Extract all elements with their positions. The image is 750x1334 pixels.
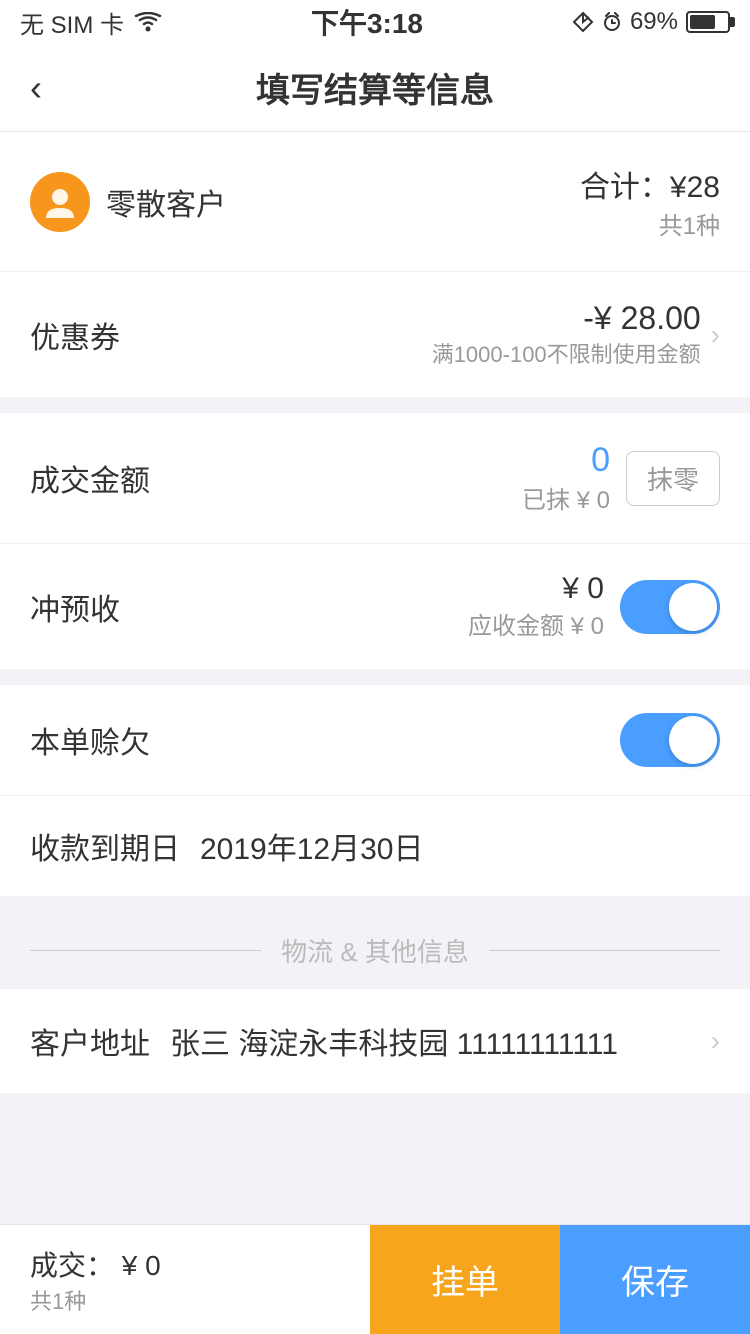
hang-order-button[interactable]: 挂单 bbox=[370, 1225, 560, 1334]
coupon-right: -¥ 28.00 满1000-100不限制使用金额 › bbox=[432, 300, 720, 369]
back-button[interactable]: ‹ bbox=[30, 67, 42, 109]
status-time: 下午3:18 bbox=[311, 2, 423, 42]
address-row[interactable]: 客户地址 张三 海淀永丰科技园 11111111111 › bbox=[0, 989, 750, 1093]
status-left: 无 SIM 卡 bbox=[20, 5, 162, 40]
deal-amount-right: 0 已抹 ¥ 0 抹零 bbox=[522, 441, 720, 515]
address-chevron-icon: › bbox=[711, 1025, 720, 1057]
page-title: 填写结算等信息 bbox=[256, 63, 494, 112]
credit-toggle[interactable] bbox=[620, 713, 720, 767]
pre-receive-right: ¥ 0 应收金额 ¥ 0 bbox=[468, 572, 720, 641]
coupon-label: 优惠券 bbox=[30, 313, 120, 357]
status-right: 69% bbox=[572, 8, 730, 36]
pre-receive-label: 冲预收 bbox=[30, 585, 120, 629]
bottom-bar: 成交： ¥ 0 共1种 挂单 保存 bbox=[0, 1224, 750, 1334]
toggle-knob bbox=[669, 583, 717, 631]
bottom-deal-label: 成交： bbox=[30, 1250, 114, 1281]
nav-bar: ‹ 填写结算等信息 bbox=[0, 44, 750, 132]
credit-label: 本单赊欠 bbox=[30, 718, 150, 762]
credit-toggle-knob bbox=[669, 716, 717, 764]
no-sim-text: 无 SIM 卡 bbox=[20, 5, 124, 40]
credit-right bbox=[620, 713, 720, 767]
pre-receive-subtext: 应收金额 ¥ 0 bbox=[468, 606, 604, 641]
pre-receive-toggle[interactable] bbox=[620, 580, 720, 634]
avatar bbox=[30, 172, 90, 232]
logistics-line-left bbox=[30, 950, 261, 951]
alarm-icon bbox=[602, 12, 622, 32]
deal-amount-value[interactable]: 0 bbox=[522, 441, 610, 480]
logistics-divider: 物流 & 其他信息 bbox=[30, 932, 720, 969]
address-label: 客户地址 bbox=[30, 1019, 150, 1063]
coupon-discount: -¥ 28.00 bbox=[432, 300, 701, 337]
due-date-value: 2019年12月30日 bbox=[200, 824, 423, 868]
customer-name: 零散客户 bbox=[106, 180, 226, 224]
save-button[interactable]: 保存 bbox=[560, 1225, 750, 1334]
due-date-row[interactable]: 收款到期日 2019年12月30日 bbox=[0, 795, 750, 896]
deal-amount-subtext: 已抹 ¥ 0 bbox=[522, 480, 610, 515]
credit-card: 本单赊欠 收款到期日 2019年12月30日 bbox=[0, 685, 750, 896]
coupon-desc: 满1000-100不限制使用金额 bbox=[432, 337, 701, 369]
amount-card: 成交金额 0 已抹 ¥ 0 抹零 冲预收 ¥ 0 应收金额 ¥ 0 bbox=[0, 413, 750, 669]
logistics-line-right bbox=[489, 950, 720, 951]
logistics-section: 物流 & 其他信息 bbox=[0, 912, 750, 989]
pre-receive-amount: ¥ 0 bbox=[468, 572, 604, 606]
total-count-text: 共1种 bbox=[580, 206, 720, 241]
coupon-chevron-icon: › bbox=[711, 319, 720, 351]
customer-total: 合计：¥28 共1种 bbox=[580, 162, 720, 241]
wifi-icon bbox=[134, 12, 162, 32]
location-icon bbox=[572, 11, 594, 33]
pre-receive-row: 冲预收 ¥ 0 应收金额 ¥ 0 bbox=[0, 543, 750, 669]
logistics-title: 物流 & 其他信息 bbox=[281, 932, 469, 969]
bottom-count: 共1种 bbox=[30, 1284, 340, 1316]
battery-icon bbox=[686, 11, 730, 33]
customer-row: 零散客户 合计：¥28 共1种 bbox=[0, 132, 750, 271]
bottom-summary: 成交： ¥ 0 共1种 bbox=[0, 1244, 370, 1316]
address-value: 张三 海淀永丰科技园 11111111111 bbox=[170, 1019, 711, 1063]
address-card: 客户地址 张三 海淀永丰科技园 11111111111 › bbox=[0, 989, 750, 1093]
due-date-label: 收款到期日 bbox=[30, 824, 180, 868]
status-bar: 无 SIM 卡 下午3:18 69% bbox=[0, 0, 750, 44]
deal-amount-label: 成交金额 bbox=[30, 456, 150, 500]
deal-amount-row: 成交金额 0 已抹 ¥ 0 抹零 bbox=[0, 413, 750, 543]
bottom-deal-amount: ¥ 0 bbox=[122, 1250, 161, 1281]
round-zero-button[interactable]: 抹零 bbox=[626, 451, 720, 506]
customer-info: 零散客户 bbox=[30, 172, 226, 232]
coupon-row[interactable]: 优惠券 -¥ 28.00 满1000-100不限制使用金额 › bbox=[0, 271, 750, 397]
battery-percent: 69% bbox=[630, 8, 678, 36]
total-amount-text: 合计：¥28 bbox=[580, 162, 720, 206]
customer-coupon-card: 零散客户 合计：¥28 共1种 优惠券 -¥ 28.00 满1000-100不限… bbox=[0, 132, 750, 397]
credit-row: 本单赊欠 bbox=[0, 685, 750, 795]
